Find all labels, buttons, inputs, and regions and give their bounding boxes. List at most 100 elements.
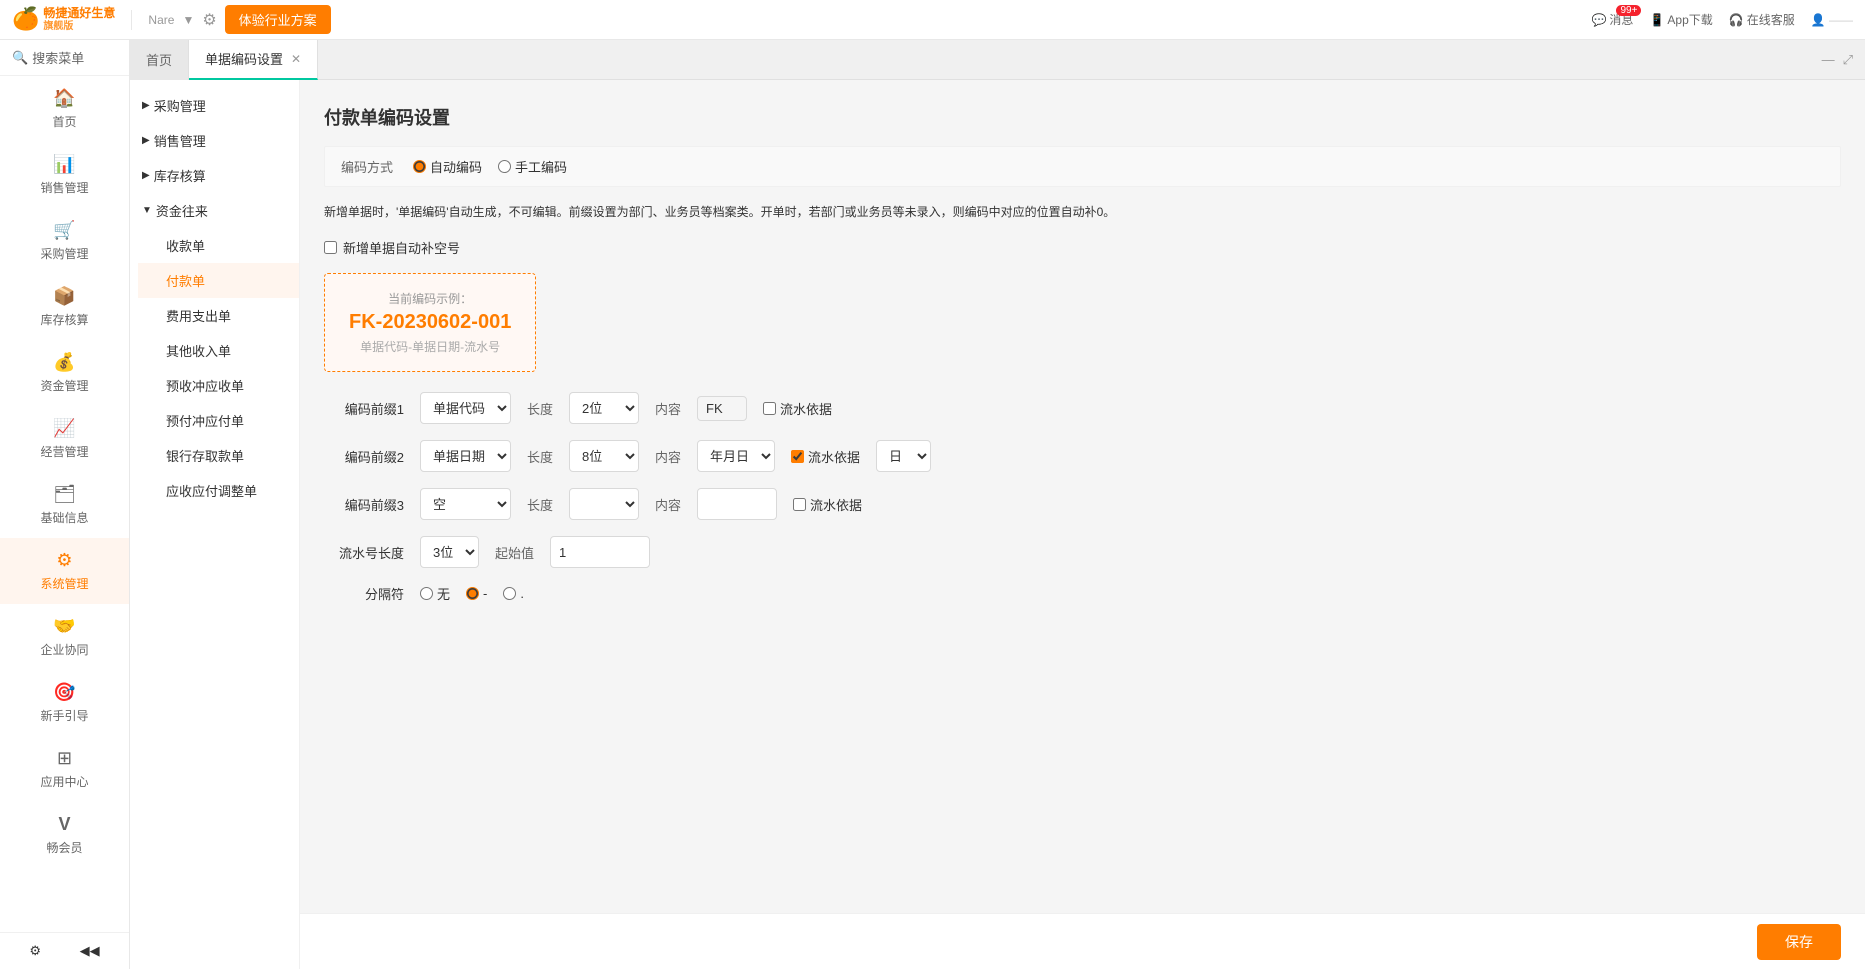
- app-download-btn[interactable]: 📱 App下载: [1649, 11, 1712, 28]
- user-avatar[interactable]: 👤 ——: [1811, 13, 1853, 27]
- sidebar-item-sales[interactable]: 📊 销售管理: [0, 142, 129, 208]
- manual-encode-option[interactable]: 手工编码: [498, 157, 567, 176]
- separator-dash-radio[interactable]: [466, 587, 479, 600]
- sidebar-item-guide[interactable]: 🎯 新手引导: [0, 670, 129, 736]
- prefix2-stream-check[interactable]: 流水依据: [791, 447, 860, 466]
- prefix-row-1: 编码前缀1 单据代码 单据日期 空 长度 2位 4位 6位 8位: [324, 392, 1841, 424]
- sidebar-item-home[interactable]: 🏠 首页: [0, 76, 129, 142]
- sidebar-item-inventory[interactable]: 📦 库存核算: [0, 274, 129, 340]
- prefix-row-2: 编码前缀2 单据代码 单据日期 空 长度 2位 4位 6位 8位: [324, 440, 1841, 472]
- inner-layout: ▶ 采购管理 ▶ 销售管理 ▶ 库存核算 ▼ 资金往来 收款单: [130, 80, 1865, 969]
- prefix3-stream-check[interactable]: 流水依据: [793, 495, 862, 514]
- auto-fill-checkbox[interactable]: [324, 241, 337, 254]
- separator-row: 分隔符 无 - .: [324, 584, 1841, 603]
- group-inventory[interactable]: ▶ 库存核算: [130, 158, 299, 193]
- tab-encode-settings[interactable]: 单据编码设置 ✕: [189, 40, 318, 80]
- prefix3-length-label: 长度: [527, 495, 553, 514]
- prefix3-content-label: 内容: [655, 495, 681, 514]
- tab-bar: 首页 单据编码设置 ✕ — ⤢: [130, 40, 1865, 80]
- separator-none-option[interactable]: 无: [420, 584, 450, 603]
- group-fund[interactable]: ▼ 资金往来: [130, 193, 299, 228]
- separator-dot-option[interactable]: .: [503, 586, 524, 601]
- sidebar-item-system[interactable]: ⚙ 系统管理: [0, 538, 129, 604]
- tab-minimize-icon[interactable]: —: [1822, 52, 1835, 67]
- nav-bank-deposit[interactable]: 银行存取款单: [138, 438, 299, 473]
- prefix-row-3: 编码前缀3 单据代码 单据日期 空 长度 内容: [324, 488, 1841, 520]
- separator-none-radio[interactable]: [420, 587, 433, 600]
- separator-label: 分隔符: [324, 584, 404, 603]
- messages-btn[interactable]: 💬 消息 99+: [1591, 11, 1633, 28]
- settings-icon[interactable]: ⚙: [202, 10, 216, 30]
- prefix1-stream-checkbox[interactable]: [763, 402, 776, 415]
- prefix3-stream-checkbox[interactable]: [793, 498, 806, 511]
- start-value-input[interactable]: [550, 536, 650, 568]
- prefix2-stream-checkbox[interactable]: [791, 450, 804, 463]
- search-menu[interactable]: 🔍 搜索菜单: [0, 40, 129, 76]
- tab-maximize-icon[interactable]: ⤢: [1843, 52, 1853, 68]
- nav-advance-payable[interactable]: 预付冲应付单: [138, 403, 299, 438]
- preview-label: 当前编码示例：: [349, 290, 511, 307]
- tab-close-icon[interactable]: ✕: [291, 52, 301, 66]
- nav-dropdown[interactable]: ▼: [182, 13, 194, 27]
- settings-main: 付款单编码设置 编码方式 自动编码 手工编码: [300, 80, 1865, 969]
- footer-bar: 保存: [300, 913, 1865, 969]
- sidebar-item-enterprise[interactable]: 🤝 企业协同: [0, 604, 129, 670]
- separator-dot-radio[interactable]: [503, 587, 516, 600]
- prefix3-select[interactable]: 单据代码 单据日期 空: [420, 488, 511, 520]
- sidebar-label-member: 畅会员: [46, 839, 82, 856]
- online-service-btn[interactable]: 🎧 在线客服: [1729, 11, 1795, 28]
- prefix2-stream-period-select[interactable]: 日 月 年: [876, 440, 931, 472]
- sidebar-label-app-center: 应用中心: [40, 773, 88, 790]
- encode-mode-label: 编码方式: [341, 157, 393, 176]
- sidebar-item-purchase[interactable]: 🛒 采购管理: [0, 208, 129, 274]
- member-icon: V: [58, 814, 70, 835]
- prefix3-content-input[interactable]: [697, 488, 777, 520]
- encode-mode-radio-group: 自动编码 手工编码: [413, 157, 567, 176]
- prefix1-stream-label: 流水依据: [780, 399, 832, 418]
- auto-fill-label: 新增单据自动补空号: [343, 238, 460, 257]
- nav-other-income[interactable]: 其他收入单: [138, 333, 299, 368]
- tab-home[interactable]: 首页: [130, 40, 189, 80]
- top-bar-left: 🍊 畅捷通好生意 旗舰版 Nare ▼ ⚙ 体验行业方案: [12, 5, 1583, 34]
- sidebar-label-enterprise: 企业协同: [40, 641, 88, 658]
- nav-payment[interactable]: 付款单: [138, 263, 299, 298]
- stream-length-select[interactable]: 1位 2位 3位 4位 5位: [420, 536, 479, 568]
- stream-length-row: 流水号长度 1位 2位 3位 4位 5位 起始值: [324, 536, 1841, 568]
- prefix1-length-select[interactable]: 2位 4位 6位 8位: [569, 392, 639, 424]
- prefix1-stream-check[interactable]: 流水依据: [763, 399, 832, 418]
- settings-bottom-icon[interactable]: ⚙: [29, 943, 41, 959]
- sidebar-item-operations[interactable]: 📈 经营管理: [0, 406, 129, 472]
- manual-encode-radio[interactable]: [498, 160, 511, 173]
- nav-expense[interactable]: 费用支出单: [138, 298, 299, 333]
- prefix2-select[interactable]: 单据代码 单据日期 空: [420, 440, 511, 472]
- brand-name: 畅捷通好生意: [43, 6, 115, 20]
- separator-dash-option[interactable]: -: [466, 586, 487, 601]
- auto-encode-option[interactable]: 自动编码: [413, 157, 482, 176]
- prefix3-length-select[interactable]: [569, 488, 639, 520]
- collapse-icon[interactable]: ◀◀: [80, 943, 100, 959]
- sidebar-label-finance: 资金管理: [40, 377, 88, 394]
- sidebar-label-sales: 销售管理: [40, 179, 88, 196]
- sidebar-item-member[interactable]: V 畅会员: [0, 802, 129, 868]
- save-button[interactable]: 保存: [1757, 924, 1841, 960]
- nav-receipt[interactable]: 收款单: [138, 228, 299, 263]
- top-bar: 🍊 畅捷通好生意 旗舰版 Nare ▼ ⚙ 体验行业方案 💬 消息 99+ 📱 …: [0, 0, 1865, 40]
- tab-actions: — ⤢: [1810, 52, 1865, 68]
- preview-box: 当前编码示例： FK-20230602-001 单据代码-单据日期-流水号: [324, 273, 536, 372]
- nav-ar-ap-adjust[interactable]: 应收应付调整单: [138, 473, 299, 508]
- auto-encode-radio[interactable]: [413, 160, 426, 173]
- group-sales[interactable]: ▶ 销售管理: [130, 123, 299, 158]
- basic-info-icon: 🗂: [53, 484, 76, 505]
- fund-sub-items: 收款单 付款单 费用支出单 其他收入单 预收冲应收单 预付冲: [130, 228, 299, 508]
- prefix1-select[interactable]: 单据代码 单据日期 空: [420, 392, 511, 424]
- app-center-icon: ⊞: [57, 748, 72, 769]
- sidebar-item-finance[interactable]: 💰 资金管理: [0, 340, 129, 406]
- nav-advance-receivable[interactable]: 预收冲应收单: [138, 368, 299, 403]
- sidebar-label-operations: 经营管理: [40, 443, 88, 460]
- group-purchase[interactable]: ▶ 采购管理: [130, 88, 299, 123]
- experience-btn[interactable]: 体验行业方案: [225, 5, 331, 34]
- sidebar-item-basic-info[interactable]: 🗂 基础信息: [0, 472, 129, 538]
- sidebar-item-app-center[interactable]: ⊞ 应用中心: [0, 736, 129, 802]
- prefix2-length-select[interactable]: 2位 4位 6位 8位: [569, 440, 639, 472]
- prefix2-content-select[interactable]: 年 年月 年月日: [697, 440, 775, 472]
